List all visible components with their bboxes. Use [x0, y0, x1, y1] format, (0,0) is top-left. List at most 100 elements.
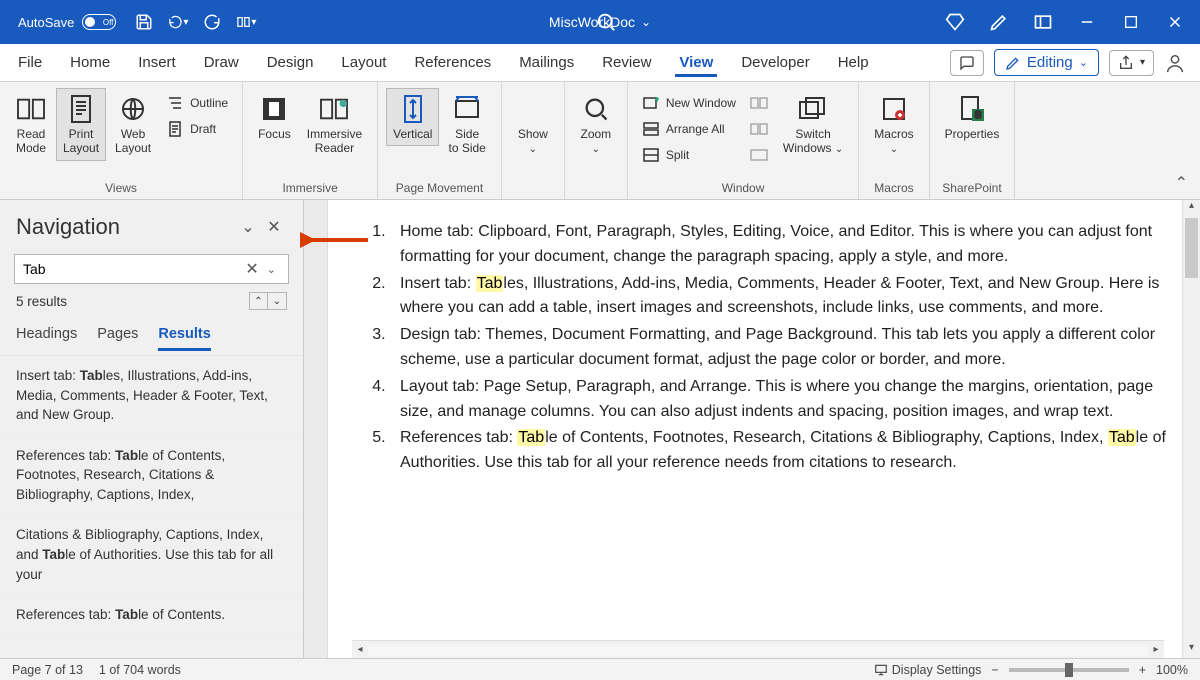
result-item[interactable]: References tab: Table of Contents, Footn… [0, 436, 303, 516]
scroll-left-icon[interactable]: ◂ [352, 644, 368, 655]
word-count[interactable]: 1 of 704 words [99, 663, 181, 677]
result-item[interactable]: Citations & Bibliography, Captions, Inde… [0, 515, 303, 595]
tab-insert[interactable]: Insert [134, 48, 180, 77]
autosave-label: AutoSave [18, 15, 74, 30]
navigation-pane: Navigation ⌄ ✕ ✕ ⌄ 5 results ⌃ ⌄ Heading… [0, 200, 304, 658]
account-icon[interactable] [1164, 52, 1186, 74]
search-dropdown-icon[interactable]: ⌄ [263, 263, 280, 276]
doc-list-item: Layout tab: Page Setup, Paragraph, and A… [390, 375, 1182, 425]
prev-result-button[interactable]: ⌃ [250, 293, 268, 309]
outline-button[interactable]: Outline [162, 92, 232, 114]
search-button[interactable] [595, 11, 617, 33]
nav-close-button[interactable]: ✕ [261, 217, 287, 237]
web-layout-button[interactable]: WebLayout [108, 88, 158, 161]
split-button[interactable]: Split [638, 144, 740, 166]
scroll-up-icon[interactable]: ▴ [1183, 200, 1200, 216]
clear-search-icon[interactable]: ✕ [241, 259, 262, 279]
scroll-down-icon[interactable]: ▾ [1183, 642, 1200, 658]
doc-list-item: References tab: Table of Contents, Footn… [390, 426, 1182, 476]
document-page[interactable]: Home tab: Clipboard, Font, Paragraph, St… [328, 200, 1182, 658]
comments-button[interactable] [950, 50, 984, 76]
result-item[interactable]: Insert tab: Tables, Illustrations, Add-i… [0, 356, 303, 436]
tab-developer[interactable]: Developer [737, 48, 813, 77]
tab-references[interactable]: References [410, 48, 495, 77]
pen-icon[interactable] [988, 12, 1010, 32]
undo-icon[interactable]: ▾ [168, 12, 188, 32]
switch-windows-button[interactable]: SwitchWindows ⌄ [776, 88, 850, 161]
document-area: Home tab: Clipboard, Font, Paragraph, St… [304, 200, 1200, 658]
group-label-views: Views [8, 179, 234, 197]
next-result-button[interactable]: ⌄ [268, 293, 286, 309]
read-mode-button[interactable]: ReadMode [8, 88, 54, 161]
ruler-gutter [304, 200, 328, 658]
nav-tabs: Headings Pages Results [0, 316, 303, 351]
vertical-scrollbar[interactable]: ▴ ▾ [1182, 200, 1200, 658]
arrange-all-button[interactable]: Arrange All [638, 118, 740, 140]
immersive-reader-button[interactable]: ImmersiveReader [300, 88, 369, 161]
ribbon: ReadMode PrintLayout WebLayout Outline D… [0, 82, 1200, 200]
collapse-ribbon-button[interactable]: ⌃ [1175, 173, 1188, 193]
main-area: Navigation ⌄ ✕ ✕ ⌄ 5 results ⌃ ⌄ Heading… [0, 200, 1200, 658]
tab-design[interactable]: Design [263, 48, 318, 77]
document-list: Home tab: Clipboard, Font, Paragraph, St… [348, 220, 1182, 476]
zoom-dropdown[interactable]: Zoom⌄ [573, 88, 619, 161]
window-controls-icon[interactable] [1032, 12, 1054, 32]
nav-search-box[interactable]: ✕ ⌄ [14, 254, 289, 284]
doc-list-item: Design tab: Themes, Document Formatting,… [390, 323, 1182, 373]
focus-button[interactable]: Focus [251, 88, 298, 146]
status-bar: Page 7 of 13 1 of 704 words Display Sett… [0, 658, 1200, 680]
nav-tab-results[interactable]: Results [158, 320, 210, 351]
tab-review[interactable]: Review [598, 48, 655, 77]
minimize-icon[interactable] [1076, 12, 1098, 32]
tab-file[interactable]: File [14, 48, 46, 77]
tab-help[interactable]: Help [834, 48, 873, 77]
redo-icon[interactable] [202, 12, 222, 32]
tab-mailings[interactable]: Mailings [515, 48, 578, 77]
nav-tab-headings[interactable]: Headings [16, 320, 77, 351]
page-indicator[interactable]: Page 7 of 13 [12, 663, 83, 677]
draft-button[interactable]: Draft [162, 118, 232, 140]
results-list[interactable]: Insert tab: Tables, Illustrations, Add-i… [0, 355, 303, 658]
properties-button[interactable]: SProperties [938, 88, 1007, 146]
result-item[interactable]: References tab: Table of Contents. [0, 595, 303, 636]
side-to-side-button[interactable]: Sideto Side [441, 88, 492, 161]
print-layout-button[interactable]: PrintLayout [56, 88, 106, 161]
vertical-button[interactable]: Vertical [386, 88, 439, 146]
svg-text:S: S [975, 110, 982, 121]
zoom-slider[interactable] [1009, 668, 1129, 672]
tab-home[interactable]: Home [66, 48, 114, 77]
show-dropdown[interactable]: Show⌄ [510, 88, 556, 161]
macros-button[interactable]: Macros⌄ [867, 88, 920, 161]
nav-tab-pages[interactable]: Pages [97, 320, 138, 351]
save-icon[interactable] [134, 12, 154, 32]
doc-list-item: Insert tab: Tables, Illustrations, Add-i… [390, 272, 1182, 322]
quick-access-toolbar: ▾ ▾ [134, 12, 256, 32]
editing-mode-button[interactable]: Editing ⌄ [994, 49, 1099, 76]
diamond-icon[interactable] [944, 12, 966, 32]
nav-dropdown-button[interactable]: ⌄ [235, 217, 261, 237]
view-side-by-side-button[interactable] [746, 92, 772, 114]
share-button[interactable]: ▾ [1109, 50, 1154, 76]
tab-layout[interactable]: Layout [337, 48, 390, 77]
reset-window-button[interactable] [746, 144, 772, 166]
nav-search-input[interactable] [23, 261, 241, 277]
scroll-thumb[interactable] [1185, 218, 1198, 278]
maximize-icon[interactable] [1120, 12, 1142, 32]
qat-more-icon[interactable]: ▾ [236, 12, 256, 32]
close-icon[interactable] [1164, 12, 1186, 32]
title-bar: AutoSave Off ▾ ▾ MiscWorkDoc ⌄ [0, 0, 1200, 44]
tab-draw[interactable]: Draw [200, 48, 243, 77]
zoom-level[interactable]: 100% [1156, 663, 1188, 677]
sync-scroll-button[interactable] [746, 118, 772, 140]
zoom-in-button[interactable]: + [1139, 663, 1146, 677]
autosave-toggle[interactable]: Off [82, 14, 116, 30]
horizontal-scrollbar[interactable]: ◂ ▸ [352, 640, 1164, 658]
zoom-out-button[interactable]: − [991, 663, 998, 677]
group-label-sharepoint: SharePoint [938, 179, 1007, 197]
display-settings-button[interactable]: Display Settings [874, 663, 982, 677]
tab-view[interactable]: View [675, 48, 717, 77]
chevron-down-icon: ⌄ [1079, 56, 1088, 69]
chevron-down-icon: ⌄ [641, 15, 651, 29]
scroll-right-icon[interactable]: ▸ [1148, 644, 1164, 655]
new-window-button[interactable]: New Window [638, 92, 740, 114]
